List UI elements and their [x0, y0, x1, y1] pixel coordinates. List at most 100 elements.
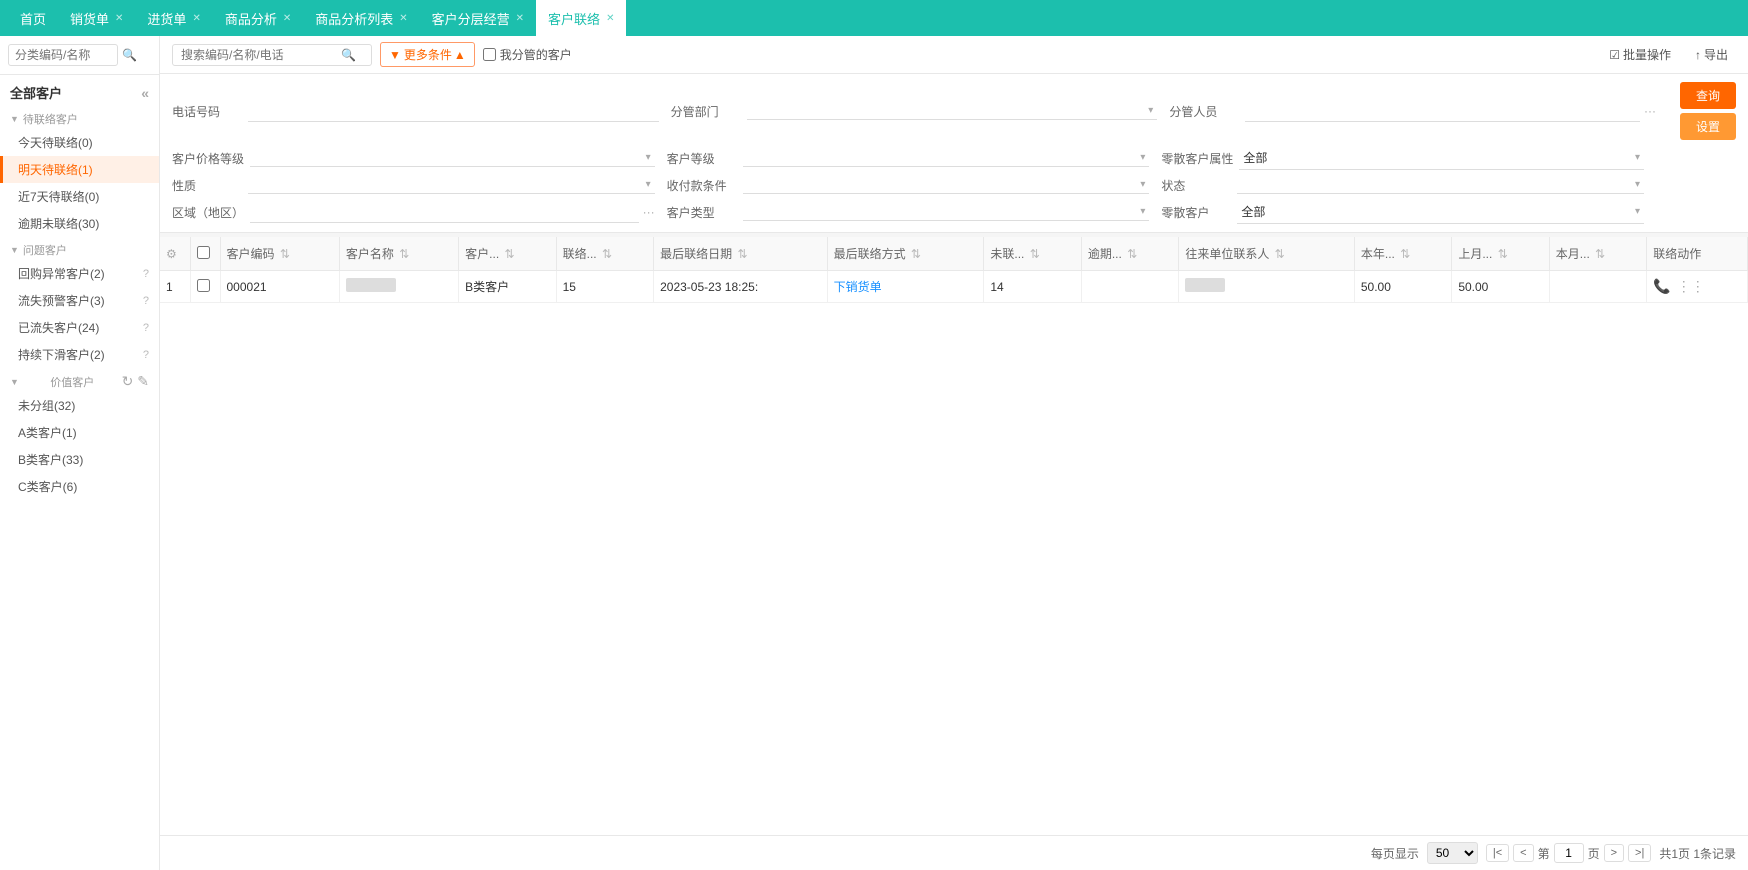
area-more-icon[interactable]: ···: [643, 205, 655, 219]
nature-chevron-icon: ▾: [646, 179, 651, 190]
total-records-label: 共1页 1条记录: [1659, 845, 1736, 862]
th-last-month[interactable]: 上月... ⇅: [1452, 237, 1549, 271]
th-overdue[interactable]: 逾期... ⇅: [1081, 237, 1178, 271]
dept-select[interactable]: ▾: [747, 102, 1158, 120]
th-last-contact-date[interactable]: 最后联络日期 ⇅: [654, 237, 827, 271]
nav-product-analysis-list[interactable]: 商品分析列表 ✕: [303, 0, 419, 36]
sidebar-item-class-b[interactable]: B类客户(33): [0, 446, 159, 473]
td-last-contact-date: 2023-05-23 18:25:: [654, 271, 827, 303]
data-table: ⚙ 客户编码 ⇅ 客户名称 ⇅: [160, 237, 1748, 303]
my-customers-checkbox[interactable]: [483, 48, 496, 61]
sidebar-item-tomorrow[interactable]: 明天待联络(1): [0, 156, 159, 183]
sidebar-search-icon[interactable]: 🔍: [122, 48, 137, 62]
th-this-month[interactable]: 本月... ⇅: [1549, 237, 1646, 271]
sidebar-item-7days[interactable]: 近7天待联络(0): [0, 183, 159, 210]
top-navigation: 首页 销货单 ✕ 进货单 ✕ 商品分析 ✕ 商品分析列表 ✕ 客户分层经营 ✕ …: [0, 0, 1748, 36]
td-contact-count: 15: [556, 271, 653, 303]
sidebar-item-churned[interactable]: 已流失客户(24) ?: [0, 314, 159, 341]
retail-select[interactable]: 全部 ▾: [1237, 200, 1644, 224]
th-code[interactable]: 客户编码 ⇅: [220, 237, 339, 271]
nav-customer-segment[interactable]: 客户分层经营 ✕: [420, 0, 536, 36]
person-more-icon[interactable]: ···: [1644, 104, 1656, 118]
next-page-button[interactable]: >: [1604, 844, 1624, 862]
close-product-analysis-list-icon[interactable]: ✕: [399, 13, 407, 24]
sidebar-item-overdue[interactable]: 逾期未联络(30): [0, 210, 159, 237]
more-filter-button[interactable]: ▼ 更多条件 ▲: [380, 42, 475, 67]
column-settings-icon[interactable]: ⚙: [166, 247, 177, 261]
page-number-input[interactable]: [1554, 843, 1584, 863]
nav-home[interactable]: 首页: [8, 0, 58, 36]
filter-row-3: 性质 ▾ 收付款条件 ▾ 状态: [172, 176, 1736, 194]
th-uncontacted[interactable]: 未联... ⇅: [984, 237, 1081, 271]
settings-button[interactable]: 设置: [1680, 113, 1736, 140]
close-customer-contact-icon[interactable]: ✕: [606, 13, 614, 24]
sidebar-item-today[interactable]: 今天待联络(0): [0, 129, 159, 156]
nav-purchase-order[interactable]: 进货单 ✕: [135, 0, 212, 36]
price-level-select[interactable]: ▾: [250, 149, 655, 167]
sort-last-month-icon: ⇅: [1498, 247, 1508, 261]
search-input[interactable]: [181, 48, 341, 62]
th-last-contact-method[interactable]: 最后联络方式 ⇅: [827, 237, 984, 271]
th-name[interactable]: 客户名称 ⇅: [339, 237, 458, 271]
sidebar-collapse-icon[interactable]: «: [141, 85, 149, 101]
prev-page-button[interactable]: <: [1513, 844, 1533, 862]
group-pending-contact[interactable]: 待联络客户: [0, 106, 159, 129]
sidebar-item-class-c[interactable]: C类客户(6): [0, 473, 159, 500]
th-contact-person[interactable]: 往来单位联系人 ⇅: [1179, 237, 1355, 271]
per-page-select[interactable]: 50 100 200: [1427, 842, 1478, 864]
filter-retail-attr: 零散客户属性 全部 ▾: [1161, 146, 1644, 170]
status-select[interactable]: ▾: [1237, 176, 1644, 194]
phone-action-icon[interactable]: 📞: [1653, 278, 1670, 295]
close-product-analysis-icon[interactable]: ✕: [283, 13, 291, 24]
search-button-icon[interactable]: 🔍: [341, 48, 356, 62]
sidebar-item-churn-warning[interactable]: 流失预警客户(3) ?: [0, 287, 159, 314]
select-all-checkbox[interactable]: [197, 246, 210, 259]
search-box: 🔍: [172, 44, 372, 66]
nav-customer-contact[interactable]: 客户联络 ✕: [536, 0, 626, 36]
th-contact-count[interactable]: 联络... ⇅: [556, 237, 653, 271]
th-customer-type[interactable]: 客户... ⇅: [459, 237, 556, 271]
row-checkbox[interactable]: [197, 279, 210, 292]
filter-area: 区域（地区） ···: [172, 202, 655, 223]
nature-select[interactable]: ▾: [248, 176, 655, 194]
query-button[interactable]: 查询: [1680, 82, 1736, 109]
close-customer-segment-icon[interactable]: ✕: [516, 13, 524, 24]
sidebar-item-class-a[interactable]: A类客户(1): [0, 419, 159, 446]
sidebar-item-repurchase-abnormal[interactable]: 回购异常客户(2) ?: [0, 260, 159, 287]
area-input[interactable]: [250, 202, 639, 223]
sort-year-icon: ⇅: [1400, 247, 1410, 261]
my-customers-checkbox-label[interactable]: 我分管的客户: [483, 46, 572, 63]
filter-price-level: 客户价格等级 ▾: [172, 149, 655, 167]
batch-operation-button[interactable]: ☑ 批量操作: [1601, 43, 1679, 66]
first-page-button[interactable]: |<: [1486, 844, 1509, 862]
filter-row-4: 区域（地区） ··· 客户类型 ▾ 零散客户 全部 ▾: [172, 200, 1736, 224]
nav-sales-order[interactable]: 销货单 ✕: [58, 0, 135, 36]
filter-dept: 分管部门 ▾: [671, 102, 1158, 120]
last-page-button[interactable]: >|: [1628, 844, 1651, 862]
sidebar: 🔍 全部客户 « 待联络客户 今天待联络(0) 明天待联络(1) 近7天待联络(…: [0, 36, 160, 870]
customer-level-select[interactable]: ▾: [743, 149, 1150, 167]
th-this-year[interactable]: 本年... ⇅: [1354, 237, 1451, 271]
close-purchase-order-icon[interactable]: ✕: [192, 13, 200, 24]
retail-attr-select[interactable]: 全部 ▾: [1239, 146, 1644, 170]
sort-name-icon: ⇅: [399, 247, 409, 261]
nav-product-analysis[interactable]: 商品分析 ✕: [213, 0, 303, 36]
content-area: 🔍 ▼ 更多条件 ▲ 我分管的客户 ☑ 批量操作 ↑ 导出: [160, 36, 1748, 870]
action-icons-group: 📞 ⋮⋮: [1653, 278, 1741, 295]
last-contact-method-link[interactable]: 下销货单: [834, 280, 882, 294]
payment-select[interactable]: ▾: [743, 176, 1150, 194]
sidebar-item-ungrouped[interactable]: 未分组(32): [0, 392, 159, 419]
customer-type-select[interactable]: ▾: [743, 203, 1150, 221]
export-button[interactable]: ↑ 导出: [1687, 43, 1736, 66]
person-input[interactable]: [1245, 101, 1640, 122]
more-action-icon[interactable]: ⋮⋮: [1677, 278, 1705, 295]
group-value-customers[interactable]: 价值客户 ↻ ✎: [0, 368, 159, 392]
close-sales-order-icon[interactable]: ✕: [115, 13, 123, 24]
group-problem-customers[interactable]: 问题客户: [0, 237, 159, 260]
toolbar: 🔍 ▼ 更多条件 ▲ 我分管的客户 ☑ 批量操作 ↑ 导出: [160, 36, 1748, 74]
table-row: 1 000021 B类客户 15 2023-05-23 18:25: 下销货单: [160, 271, 1748, 303]
phone-input[interactable]: [248, 101, 659, 122]
sidebar-search-input[interactable]: [8, 44, 118, 66]
td-contact-person: [1179, 271, 1355, 303]
sidebar-item-declining[interactable]: 持续下滑客户(2) ?: [0, 341, 159, 368]
